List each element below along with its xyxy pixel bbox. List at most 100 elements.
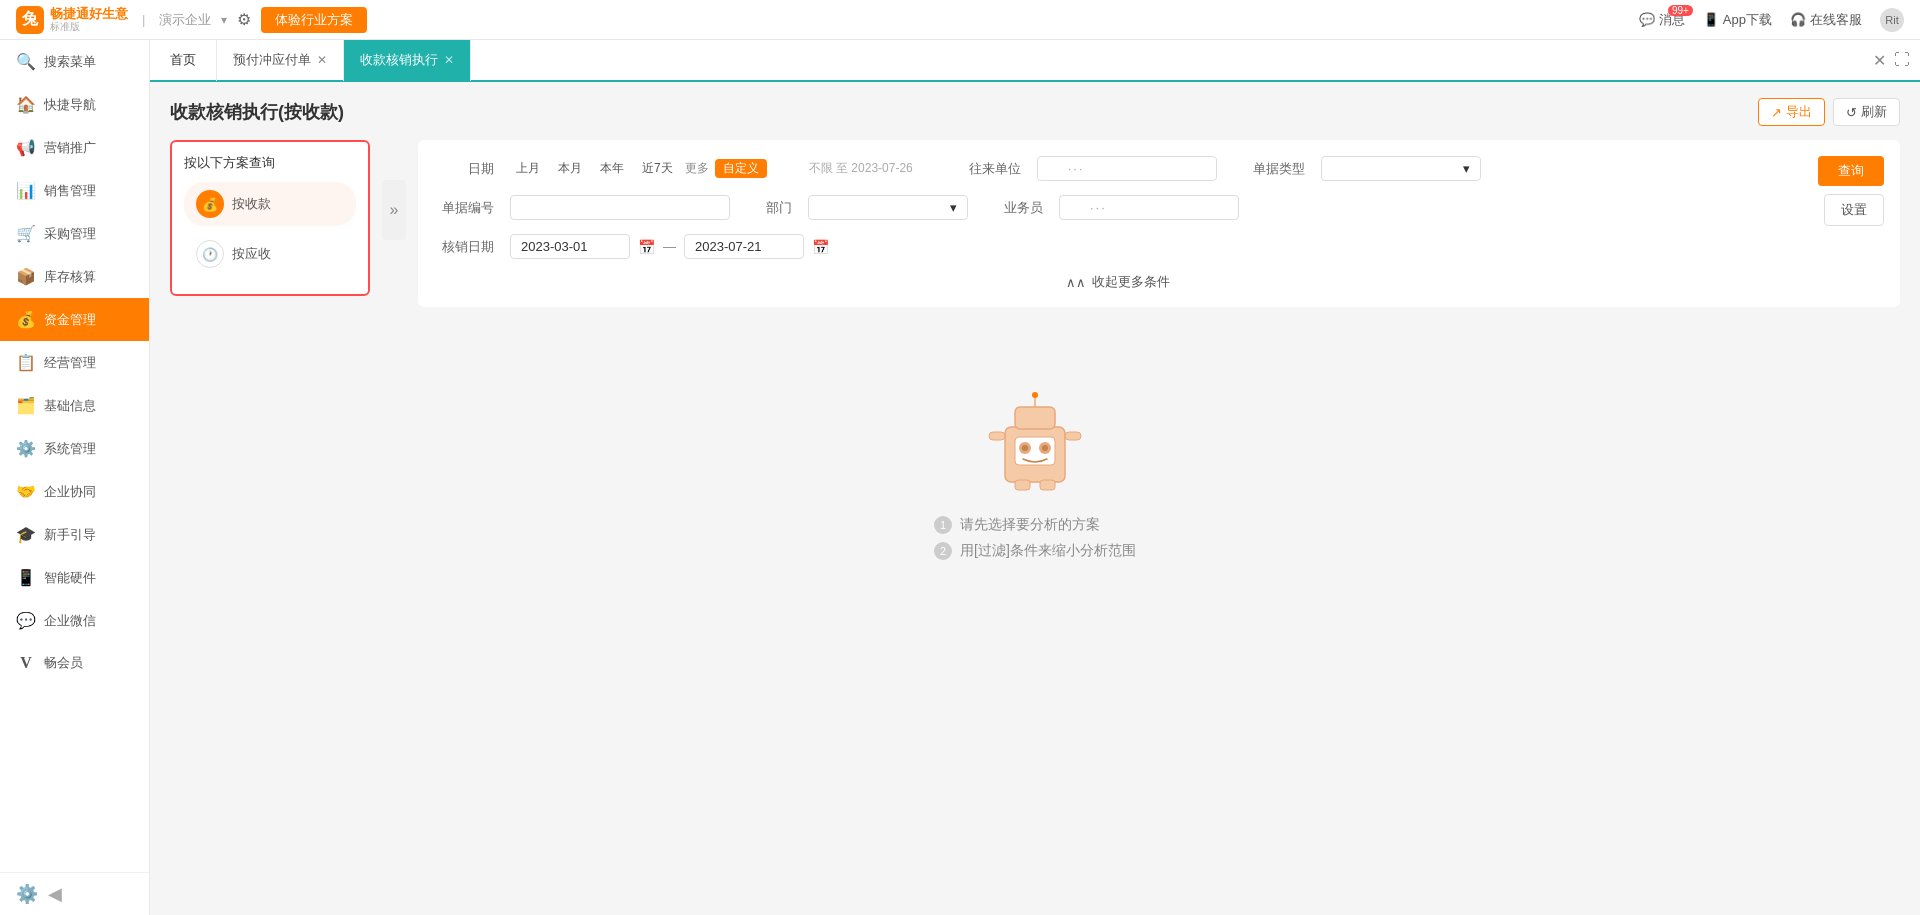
- doc-type-dropdown-icon: ▾: [1463, 161, 1470, 176]
- writeoff-date-end[interactable]: [684, 234, 804, 259]
- top-bar-right: 💬 消息 99+ 📱 App下载 🎧 在线客服 Rit: [1639, 8, 1904, 32]
- settings-button[interactable]: 设置: [1824, 194, 1884, 226]
- wechat-icon: 💬: [16, 611, 36, 630]
- svg-rect-9: [989, 432, 1005, 440]
- svg-point-8: [1032, 392, 1038, 398]
- staff-input[interactable]: ···: [1059, 195, 1239, 220]
- sidebar-item-quick-nav[interactable]: 🏠 快捷导航: [0, 83, 149, 126]
- sidebar-item-member[interactable]: V 畅会员: [0, 642, 149, 684]
- online-service-icon: 🎧: [1790, 12, 1806, 27]
- sidebar-item-purchase[interactable]: 🛒 采购管理: [0, 212, 149, 255]
- app-download-label: App下载: [1723, 11, 1772, 29]
- query-button[interactable]: 查询: [1818, 156, 1884, 186]
- sidebar-item-hardware[interactable]: 📱 智能硬件: [0, 556, 149, 599]
- quick-nav-icon: 🏠: [16, 95, 36, 114]
- sidebar-item-enterprise[interactable]: 🤝 企业协同: [0, 470, 149, 513]
- more-conditions-btn[interactable]: ∧∧ 收起更多条件: [434, 273, 1802, 291]
- industry-btn[interactable]: 体验行业方案: [261, 7, 367, 33]
- member-icon: V: [16, 654, 36, 672]
- filter-option-by-receivable[interactable]: 🕐 按应收: [184, 232, 356, 276]
- writeoff-date-end-cal-icon[interactable]: 📅: [812, 239, 829, 255]
- filter-layout: 按以下方案查询 💰 按收款 🕐 按应收 »: [170, 140, 1900, 307]
- filter-row-writeoff-date: 核销日期 📅 — 📅: [434, 234, 1802, 259]
- app-download-item[interactable]: 📱 App下载: [1703, 11, 1772, 29]
- online-service-item[interactable]: 🎧 在线客服: [1790, 11, 1862, 29]
- gear-icon[interactable]: ⚙: [237, 10, 251, 29]
- tab-receivable-close-icon[interactable]: ✕: [444, 53, 454, 67]
- sidebar-item-search-menu[interactable]: 🔍 搜索菜单: [0, 40, 149, 83]
- sidebar-item-sales[interactable]: 📊 销售管理: [0, 169, 149, 212]
- tab-prepay-label: 预付冲应付单: [233, 51, 311, 69]
- date-btn-7days[interactable]: 近7天: [636, 158, 679, 179]
- filter-panel-title: 按以下方案查询: [184, 154, 356, 172]
- tab-actions: ✕ ⛶: [1863, 51, 1920, 70]
- app-edition: 标准版: [50, 21, 128, 33]
- company-dropdown-icon[interactable]: ▾: [221, 13, 227, 27]
- more-conditions-label: 收起更多条件: [1092, 273, 1170, 291]
- sidebar-bottom: ⚙️ ◀: [0, 872, 149, 915]
- hardware-icon: 📱: [16, 568, 36, 587]
- refresh-icon: ↺: [1846, 105, 1857, 120]
- tab-receivable[interactable]: 收款核销执行 ✕: [344, 40, 471, 81]
- counterparty-input[interactable]: ···: [1037, 156, 1217, 181]
- empty-text: 1 请先选择要分析的方案 2 用[过滤]条件来缩小分析范围: [934, 516, 1136, 568]
- export-button[interactable]: ↗ 导出: [1758, 98, 1825, 126]
- dept-dropdown-icon: ▾: [950, 200, 957, 215]
- guide-icon: 🎓: [16, 525, 36, 544]
- inventory-icon: 📦: [16, 267, 36, 286]
- writeoff-date-label: 核销日期: [434, 238, 494, 256]
- doc-type-select[interactable]: ▾: [1321, 156, 1481, 181]
- sidebar-settings-icon[interactable]: ⚙️: [16, 883, 38, 905]
- sidebar-collapse-icon[interactable]: ◀: [48, 883, 62, 905]
- date-custom-badge[interactable]: 自定义: [715, 159, 767, 178]
- tab-maximize-icon[interactable]: ⛶: [1894, 51, 1910, 69]
- sidebar-item-guide[interactable]: 🎓 新手引导: [0, 513, 149, 556]
- sidebar-item-system[interactable]: ⚙️ 系统管理: [0, 427, 149, 470]
- sidebar-item-label: 快捷导航: [44, 96, 96, 114]
- date-btn-last-month[interactable]: 上月: [510, 158, 546, 179]
- svg-rect-6: [1015, 407, 1055, 429]
- svg-point-5: [1042, 445, 1048, 451]
- app-download-icon: 📱: [1703, 12, 1719, 27]
- sidebar-item-marketing[interactable]: 📢 营销推广: [0, 126, 149, 169]
- sidebar-item-inventory[interactable]: 📦 库存核算: [0, 255, 149, 298]
- writeoff-date-start[interactable]: [510, 234, 630, 259]
- sidebar-item-operations[interactable]: 📋 经营管理: [0, 341, 149, 384]
- filter-option-by-receipt[interactable]: 💰 按收款: [184, 182, 356, 226]
- tab-prepay-close-icon[interactable]: ✕: [317, 53, 327, 67]
- sidebar-item-wechat[interactable]: 💬 企业微信: [0, 599, 149, 642]
- sidebar-item-basic-info[interactable]: 🗂️ 基础信息: [0, 384, 149, 427]
- tab-close-window-icon[interactable]: ✕: [1873, 51, 1886, 70]
- sidebar-item-label: 基础信息: [44, 397, 96, 415]
- tab-home[interactable]: 首页: [150, 40, 217, 81]
- tab-prepay[interactable]: 预付冲应付单 ✕: [217, 40, 344, 81]
- user-item[interactable]: Rit: [1880, 8, 1904, 32]
- sales-icon: 📊: [16, 181, 36, 200]
- export-label: 导出: [1786, 103, 1812, 121]
- refresh-button[interactable]: ↺ 刷新: [1833, 98, 1900, 126]
- date-btn-more[interactable]: 更多: [685, 160, 709, 177]
- company-name: 演示企业: [159, 11, 211, 29]
- sidebar-item-label: 系统管理: [44, 440, 96, 458]
- tab-receivable-label: 收款核销执行: [360, 51, 438, 69]
- date-btn-this-month[interactable]: 本月: [552, 158, 588, 179]
- sidebar-item-label: 新手引导: [44, 526, 96, 544]
- staff-label: 业务员: [1004, 199, 1043, 217]
- writeoff-date-start-cal-icon[interactable]: 📅: [638, 239, 655, 255]
- filter-row-date: 日期 上月 本月 本年 近7天 更多 自定义 不限: [434, 156, 1802, 181]
- online-service-label: 在线客服: [1810, 11, 1862, 29]
- sidebar-item-label: 搜索菜单: [44, 53, 96, 71]
- main-layout: 🔍 搜索菜单 🏠 快捷导航 📢 营销推广 📊 销售管理 🛒 采购管理 📦 库存核…: [0, 40, 1920, 915]
- svg-rect-12: [1040, 480, 1055, 490]
- dept-label: 部门: [766, 199, 792, 217]
- sidebar-item-label: 库存核算: [44, 268, 96, 286]
- message-item[interactable]: 💬 消息 99+: [1639, 11, 1685, 29]
- sidebar-item-funds[interactable]: 💰 资金管理: [0, 298, 149, 341]
- doc-no-input[interactable]: [510, 195, 730, 220]
- tab-bar: 首页 预付冲应付单 ✕ 收款核销执行 ✕ ✕ ⛶: [150, 40, 1920, 82]
- collapse-btn[interactable]: »: [382, 180, 406, 240]
- date-btn-this-year[interactable]: 本年: [594, 158, 630, 179]
- filter-option-receipt-label: 按收款: [232, 195, 271, 213]
- dept-select[interactable]: ▾: [808, 195, 968, 220]
- filter-option-receivable-label: 按应收: [232, 245, 271, 263]
